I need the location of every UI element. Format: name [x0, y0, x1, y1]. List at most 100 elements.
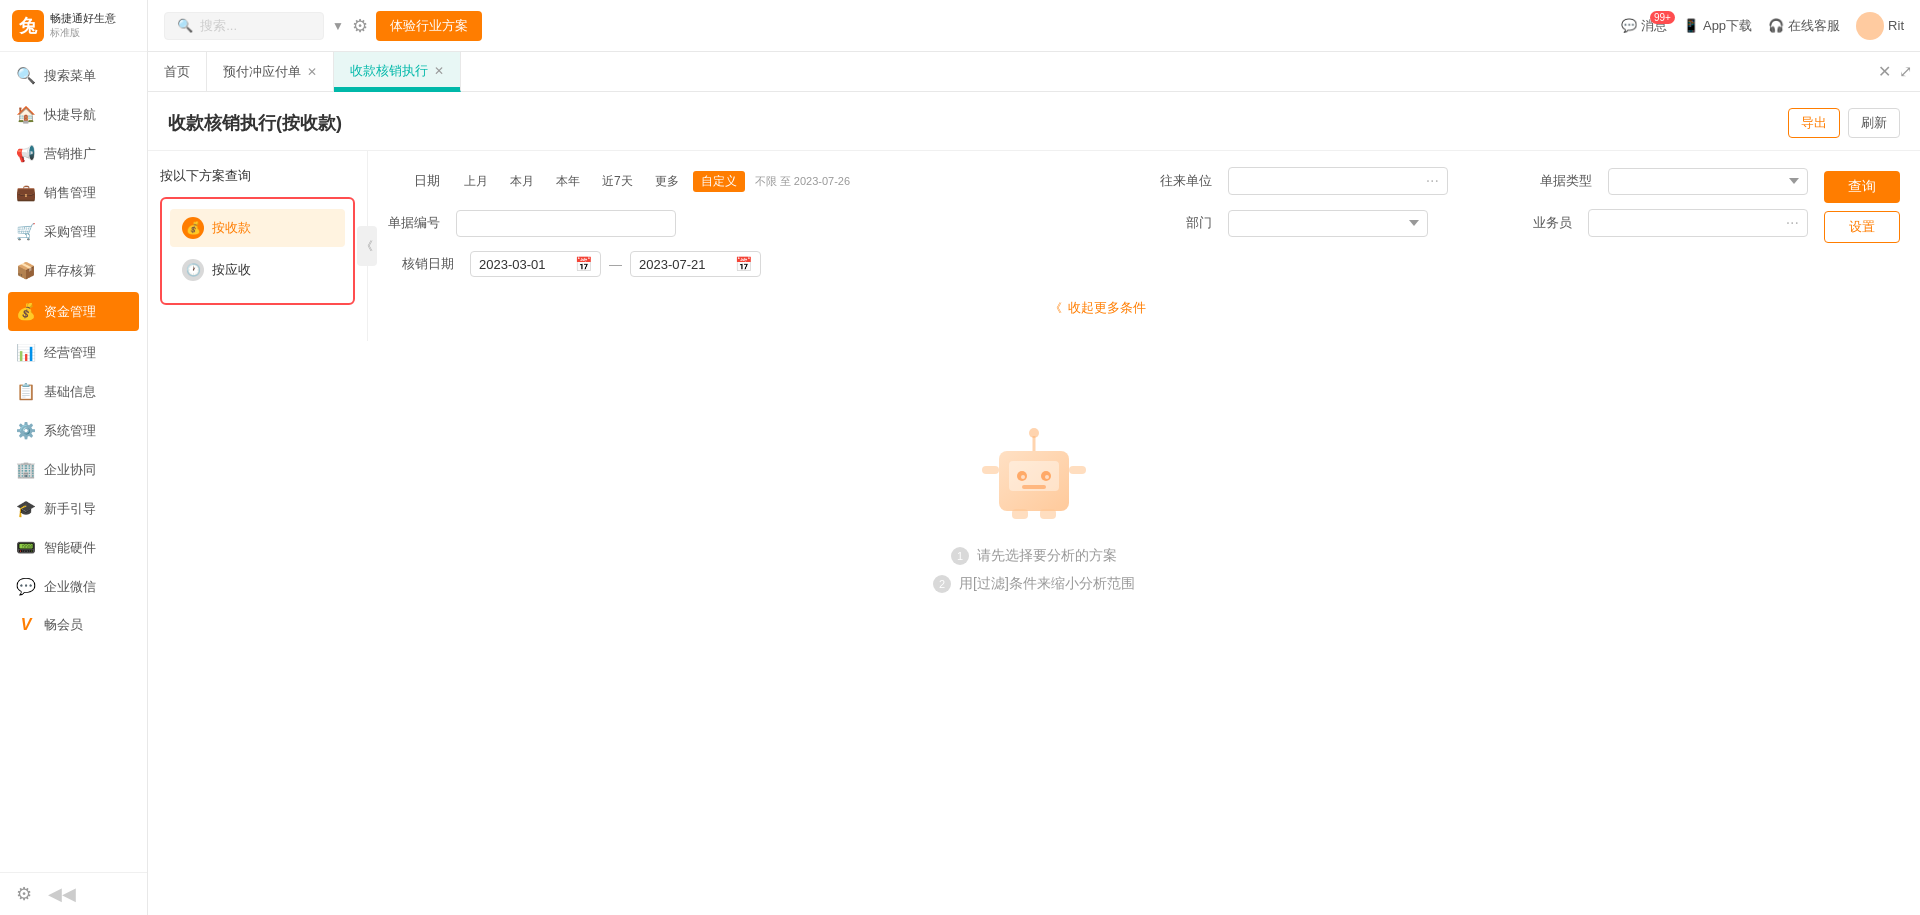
active-tab-indicator [334, 87, 460, 90]
sidebar-item-finance[interactable]: 💰 资金管理 [8, 292, 139, 331]
tab-home[interactable]: 首页 [148, 52, 207, 92]
sidebar-item-label: 营销推广 [44, 145, 96, 163]
tab-receivable-close-icon[interactable]: ✕ [434, 64, 444, 78]
department-select[interactable] [1228, 210, 1428, 237]
sidebar-item-label: 销售管理 [44, 184, 96, 202]
export-button[interactable]: 导出 [1788, 108, 1840, 138]
sidebar-item-label: 库存核算 [44, 262, 96, 280]
message-icon: 💬 [1621, 18, 1637, 33]
online-service-button[interactable]: 🎧 在线客服 [1768, 17, 1840, 35]
sidebar-item-basic[interactable]: 📋 基础信息 [0, 372, 147, 411]
empty-hint1: 1 请先选择要分析的方案 [933, 541, 1135, 569]
app-name-wrap: 畅捷通好生意 标准版 [50, 11, 116, 39]
sidebar-item-label: 畅会员 [44, 616, 83, 634]
sidebar-item-inventory[interactable]: 📦 库存核算 [0, 251, 147, 290]
app-download-button[interactable]: 📱 App下载 [1683, 17, 1752, 35]
filter-row-voucher: 单据编号 部门 业务员 ··· [388, 209, 1808, 237]
sidebar-item-search[interactable]: 🔍 搜索菜单 [0, 56, 147, 95]
collapse-more-label: 收起更多条件 [1068, 299, 1146, 317]
sidebar-bottom: ⚙ ◀◀ [0, 872, 147, 915]
expand-tab-icon[interactable]: ⤢ [1899, 62, 1912, 81]
sidebar-item-marketing[interactable]: 📢 营销推广 [0, 134, 147, 173]
sidebar-item-label: 企业微信 [44, 578, 96, 596]
gear-icon[interactable]: ⚙ [352, 15, 368, 37]
writeoff-start-wrap: 📅 [470, 251, 601, 277]
hint2-num: 2 [933, 575, 951, 593]
sidebar-item-system[interactable]: ⚙️ 系统管理 [0, 411, 147, 450]
topbar: 🔍 搜索... ▼ ⚙ 体验行业方案 💬 消息 99+ 📱 App下载 🎧 在线… [148, 0, 1920, 52]
end-calendar-icon[interactable]: 📅 [735, 256, 752, 272]
sidebar-item-label: 采购管理 [44, 223, 96, 241]
sidebar-item-member[interactable]: V 畅会员 [0, 606, 147, 644]
message-button[interactable]: 💬 消息 99+ [1621, 17, 1667, 35]
sidebar-collapse-icon[interactable]: ◀◀ [48, 883, 76, 905]
sidebar-item-enterprise[interactable]: 🏢 企业协同 [0, 450, 147, 489]
date-btn-this-month[interactable]: 本月 [502, 171, 542, 192]
tab-receivable[interactable]: 收款核销执行 ✕ [334, 52, 461, 92]
sidebar-item-label: 系统管理 [44, 422, 96, 440]
sidebar-item-purchase[interactable]: 🛒 采购管理 [0, 212, 147, 251]
filter-row-date: 日期 上月 本月 本年 近7天 更多 自定义 不限 至 2023-07-26 [388, 167, 1808, 195]
filter-sidebar: 按以下方案查询 💰 按收款 🕐 按应收 《 [148, 151, 368, 341]
user-avatar [1856, 12, 1884, 40]
writeoff-end-wrap: 📅 [630, 251, 761, 277]
counterparty-input[interactable]: ··· [1228, 167, 1448, 195]
filter-option-by-receipt[interactable]: 💰 按收款 [170, 209, 345, 247]
service-icon: 🎧 [1768, 18, 1784, 33]
tab-prepay-close-icon[interactable]: ✕ [307, 65, 317, 79]
filter-actions: 查询 设置 [1824, 167, 1900, 325]
enterprise-icon: 🏢 [16, 460, 36, 479]
receivable-option-icon: 🕐 [182, 259, 204, 281]
date-btn-7days[interactable]: 近7天 [594, 171, 641, 192]
receipt-option-icon: 💰 [182, 217, 204, 239]
download-icon: 📱 [1683, 18, 1699, 33]
tab-prepay[interactable]: 预付冲应付单 ✕ [207, 52, 334, 92]
svg-rect-10 [1069, 466, 1086, 474]
date-btn-custom[interactable]: 自定义 [693, 171, 745, 192]
app-download-label: App下载 [1703, 17, 1752, 35]
search-icon: 🔍 [16, 66, 36, 85]
settings-button[interactable]: 设置 [1824, 211, 1900, 243]
date-btn-this-year[interactable]: 本年 [548, 171, 588, 192]
settings-icon[interactable]: ⚙ [16, 883, 32, 905]
filter-option-by-receivable[interactable]: 🕐 按应收 [170, 251, 345, 289]
close-tab-icon[interactable]: ✕ [1878, 62, 1891, 81]
writeoff-start-input[interactable] [479, 257, 569, 272]
sidebar-logo: 兔 畅捷通好生意 标准版 [0, 0, 147, 52]
sidebar-item-sales[interactable]: 💼 销售管理 [0, 173, 147, 212]
refresh-button[interactable]: 刷新 [1848, 108, 1900, 138]
date-btn-more[interactable]: 更多 [647, 171, 687, 192]
writeoff-end-input[interactable] [639, 257, 729, 272]
collapse-more-button[interactable]: 《 收起更多条件 [388, 291, 1808, 325]
content-area: 收款核销执行(按收款) 导出 刷新 按以下方案查询 💰 按收款 [148, 92, 1920, 915]
sidebar-collapse-arrow[interactable]: 《 [357, 226, 377, 266]
svg-rect-12 [1040, 509, 1056, 519]
sidebar-item-label: 基础信息 [44, 383, 96, 401]
date-btn-last-month[interactable]: 上月 [456, 171, 496, 192]
voucher-type-select[interactable] [1608, 168, 1808, 195]
sidebar-item-guide[interactable]: 🎓 新手引导 [0, 489, 147, 528]
sidebar-item-quick[interactable]: 🏠 快捷导航 [0, 95, 147, 134]
start-calendar-icon[interactable]: 📅 [575, 256, 592, 272]
user-profile[interactable]: Rit [1856, 12, 1904, 40]
home-icon: 🏠 [16, 105, 36, 124]
filter-rows: 日期 上月 本月 本年 近7天 更多 自定义 不限 至 2023-07-26 [388, 167, 1808, 325]
filter-row-writeoff-date: 核销日期 📅 — 📅 [388, 251, 1808, 277]
svg-rect-6 [1022, 485, 1046, 489]
tabbar: 首页 预付冲应付单 ✕ 收款核销执行 ✕ ✕ ⤢ [148, 52, 1920, 92]
sidebar-item-label: 搜索菜单 [44, 67, 96, 85]
guide-icon: 🎓 [16, 499, 36, 518]
business-input[interactable]: ··· [1588, 209, 1808, 237]
industry-solution-button[interactable]: 体验行业方案 [376, 11, 482, 41]
hardware-icon: 📟 [16, 538, 36, 557]
sidebar-item-wechat[interactable]: 💬 企业微信 [0, 567, 147, 606]
sidebar-item-hardware[interactable]: 📟 智能硬件 [0, 528, 147, 567]
voucher-no-input[interactable] [456, 210, 676, 237]
dropdown-arrow-icon[interactable]: ▼ [332, 19, 344, 33]
empty-svg [974, 421, 1094, 521]
tab-receivable-label: 收款核销执行 [350, 62, 428, 80]
tab-home-label: 首页 [164, 63, 190, 81]
page-title: 收款核销执行(按收款) [168, 111, 342, 135]
query-button[interactable]: 查询 [1824, 171, 1900, 203]
sidebar-item-operation[interactable]: 📊 经营管理 [0, 333, 147, 372]
